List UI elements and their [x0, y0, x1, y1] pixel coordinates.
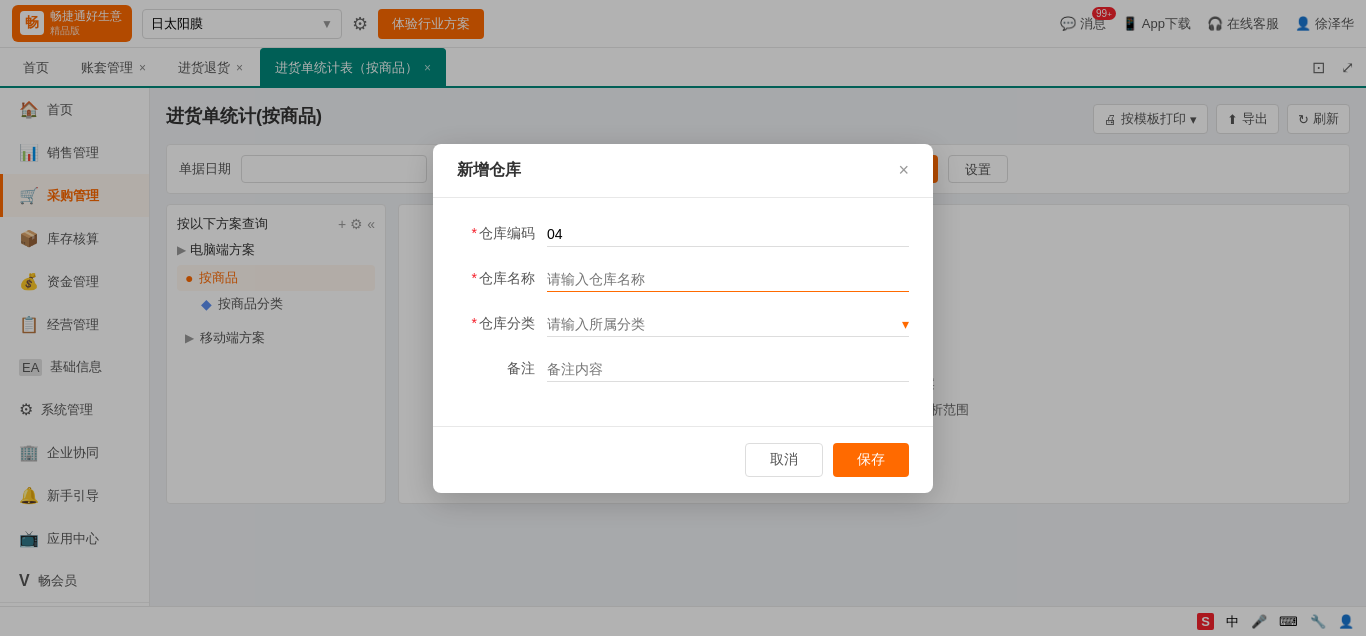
name-input[interactable] — [547, 267, 909, 292]
remark-input[interactable] — [547, 357, 909, 382]
modal-overlay[interactable]: 新增仓库 × *仓库编码 *仓库名称 *仓库分类 — [0, 0, 1366, 636]
dialog-title: 新增仓库 — [457, 160, 521, 181]
code-input[interactable] — [547, 222, 909, 247]
name-label: *仓库名称 — [457, 270, 547, 288]
dialog-header: 新增仓库 × — [433, 144, 933, 198]
dialog-close-button[interactable]: × — [898, 160, 909, 181]
form-row-category: *仓库分类 ▾ — [457, 312, 909, 337]
category-label: *仓库分类 — [457, 315, 547, 333]
category-dropdown-arrow[interactable]: ▾ — [902, 316, 909, 332]
form-row-name: *仓库名称 — [457, 267, 909, 292]
code-label: *仓库编码 — [457, 225, 547, 243]
new-warehouse-dialog: 新增仓库 × *仓库编码 *仓库名称 *仓库分类 — [433, 144, 933, 493]
category-select-row: ▾ — [547, 312, 909, 337]
form-row-code: *仓库编码 — [457, 222, 909, 247]
dialog-body: *仓库编码 *仓库名称 *仓库分类 ▾ — [433, 198, 933, 426]
category-input[interactable] — [547, 316, 902, 332]
form-row-remark: 备注 — [457, 357, 909, 382]
dialog-footer: 取消 保存 — [433, 426, 933, 493]
save-button[interactable]: 保存 — [833, 443, 909, 477]
remark-label: 备注 — [457, 360, 547, 378]
cancel-button[interactable]: 取消 — [745, 443, 823, 477]
